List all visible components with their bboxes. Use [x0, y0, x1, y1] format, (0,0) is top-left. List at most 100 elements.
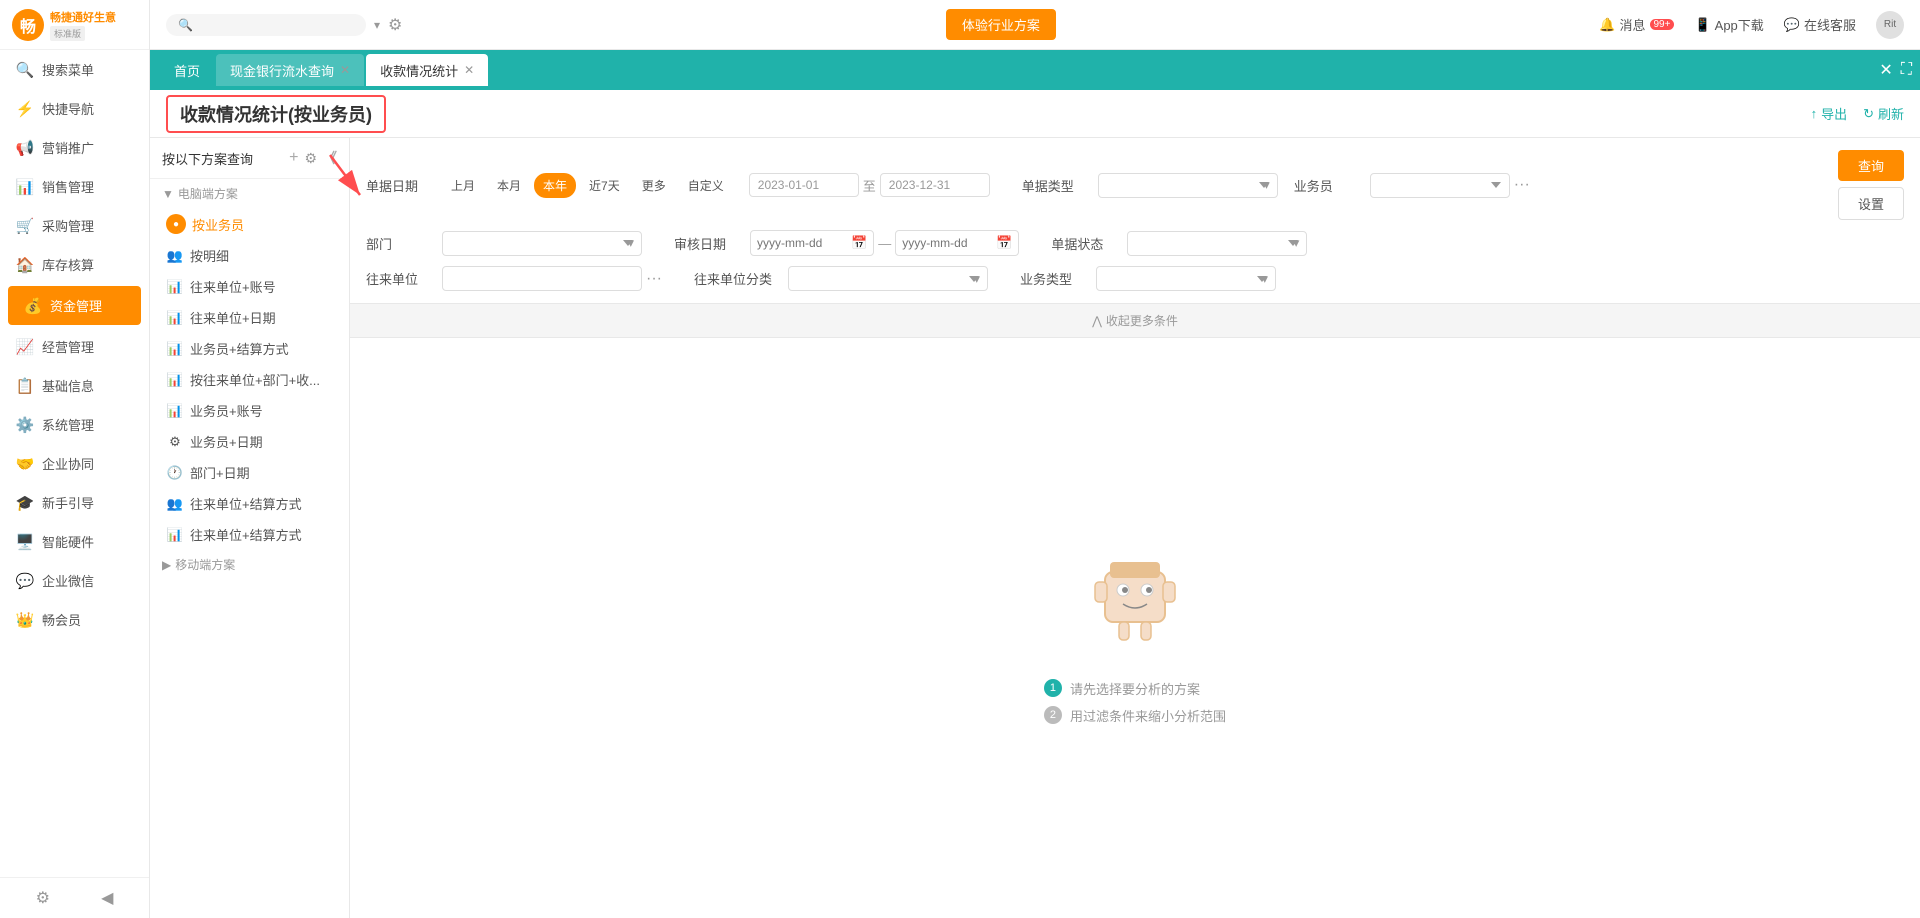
- topbar-chevron-icon[interactable]: ▾: [374, 18, 380, 32]
- topbar-gear-icon[interactable]: ⚙: [388, 15, 402, 35]
- settings-button[interactable]: 设置: [1838, 187, 1904, 220]
- date-sep: 至: [863, 176, 876, 195]
- notification-area[interactable]: 🔔 消息 99+: [1599, 15, 1674, 34]
- tree-item-unit-method1[interactable]: 👥 往来单位+结算方式: [150, 488, 349, 519]
- tab-bank-close[interactable]: ✕: [340, 63, 350, 77]
- collapse-bar[interactable]: ⋀ 收起更多条件: [350, 304, 1920, 338]
- refresh-button[interactable]: ↻ 刷新: [1863, 104, 1904, 123]
- empty-tips: 1 请先选择要分析的方案 2 用过滤条件来缩小分析范围: [1044, 679, 1226, 725]
- tree-item-salesman-method[interactable]: 📊 业务员+结算方式: [150, 333, 349, 364]
- sidebar-item-search[interactable]: 🔍 搜索菜单: [0, 50, 149, 89]
- tree-item-unit-method2[interactable]: 📊 往来单位+结算方式: [150, 519, 349, 550]
- sidebar-item-base[interactable]: 📋 基础信息: [0, 366, 149, 405]
- tabbar: 首页 现金银行流水查询 ✕ 收款情况统计 ✕ ✕ ⛶: [150, 50, 1920, 90]
- window-close-icon[interactable]: ✕: [1879, 60, 1892, 80]
- sidebar-item-sales[interactable]: 📊 销售管理: [0, 167, 149, 206]
- doc-status-label: 单据状态: [1051, 234, 1111, 253]
- sidebar-settings-button[interactable]: ⚙: [36, 888, 50, 908]
- biz-type-select[interactable]: [1096, 266, 1276, 291]
- empty-svg: [1075, 532, 1195, 652]
- page-title-box: 收款情况统计(按业务员): [166, 95, 386, 133]
- tree-item-by-salesman[interactable]: ● 按业务员: [150, 208, 349, 240]
- logo-badge: 标准版: [50, 26, 85, 41]
- biz-type-select-wrap: ▾: [1096, 266, 1276, 291]
- tree-item-unit-date[interactable]: 📊 往来单位+日期: [150, 302, 349, 333]
- doc-type-select[interactable]: [1098, 173, 1278, 198]
- tree-icon-dept-date: 🕐: [166, 464, 184, 482]
- tree-item-unit-account[interactable]: 📊 往来单位+账号: [150, 271, 349, 302]
- date-btn-more[interactable]: 更多: [633, 173, 675, 198]
- search-icon: 🔍: [16, 61, 34, 79]
- sidebar-item-wechat[interactable]: 💬 企业微信: [0, 561, 149, 600]
- date-label: 单据日期: [366, 176, 426, 195]
- sidebar-item-marketing[interactable]: 📢 营销推广: [0, 128, 149, 167]
- app-download-area[interactable]: 📱 App下载: [1694, 15, 1763, 34]
- wechat-icon: 💬: [16, 572, 34, 590]
- calendar-icon-left[interactable]: 📅: [851, 235, 867, 251]
- date-btn-this-year[interactable]: 本年: [534, 173, 576, 198]
- sidebar-item-system[interactable]: ⚙️ 系统管理: [0, 405, 149, 444]
- user-avatar-area[interactable]: Rit: [1876, 11, 1904, 39]
- review-date-from[interactable]: [757, 236, 847, 250]
- tree-item-unit-dept[interactable]: 📊 按往来单位+部门+收...: [150, 364, 349, 395]
- salesman-select[interactable]: [1370, 173, 1510, 198]
- counterpart-label: 往来单位: [366, 269, 426, 288]
- sidebar-item-inventory[interactable]: 🏠 库存核算: [0, 245, 149, 284]
- trial-btn[interactable]: 体验行业方案: [946, 9, 1056, 40]
- counterpart-more-icon[interactable]: ···: [646, 270, 662, 288]
- empty-tip-1: 1 请先选择要分析的方案: [1044, 679, 1226, 698]
- sidebar-nav: 🔍 搜索菜单 ⚡ 快捷导航 📢 营销推广 📊 销售管理 🛒 采购管理 🏠 库存核…: [0, 50, 149, 877]
- date-btn-last-month[interactable]: 上月: [442, 173, 484, 198]
- doc-status-select[interactable]: [1127, 231, 1307, 256]
- salesman-more-icon[interactable]: ···: [1514, 176, 1530, 194]
- tree-item-salesman-account[interactable]: 📊 业务员+账号: [150, 395, 349, 426]
- member-icon: 👑: [16, 611, 34, 629]
- tree-icon-unit-method2: 📊: [166, 526, 184, 544]
- left-panel-actions: + ⚙ 《: [289, 148, 337, 168]
- desktop-section-header[interactable]: ▼ 电脑端方案: [150, 179, 349, 208]
- date-from-input[interactable]: [749, 173, 859, 197]
- sidebar-item-hardware[interactable]: 🖥️ 智能硬件: [0, 522, 149, 561]
- window-expand-icon[interactable]: ⛶: [1901, 61, 1912, 79]
- review-date-to[interactable]: [902, 236, 992, 250]
- filter-actions: 查询 设置: [1838, 150, 1904, 220]
- query-button[interactable]: 查询: [1838, 150, 1904, 181]
- counterpart-category-label: 往来单位分类: [694, 269, 772, 288]
- doc-type-label: 单据类型: [1022, 176, 1082, 195]
- filter-section: 单据日期 上月 本月 本年 近7天 更多 自定义 至 单据类型: [350, 138, 1920, 304]
- sidebar-item-corp[interactable]: 🤝 企业协同: [0, 444, 149, 483]
- dept-select[interactable]: [442, 231, 642, 256]
- sidebar-item-operation[interactable]: 📈 经营管理: [0, 327, 149, 366]
- system-icon: ⚙️: [16, 416, 34, 434]
- tab-receipt-close[interactable]: ✕: [464, 63, 474, 77]
- date-btn-this-month[interactable]: 本月: [488, 173, 530, 198]
- online-service-area[interactable]: 💬 在线客服: [1784, 15, 1856, 34]
- export-button[interactable]: ↑ 导出: [1811, 104, 1848, 123]
- sidebar-item-guide[interactable]: 🎓 新手引导: [0, 483, 149, 522]
- sidebar-collapse-button[interactable]: ◀: [101, 888, 113, 908]
- sidebar-item-quicknav[interactable]: ⚡ 快捷导航: [0, 89, 149, 128]
- tab-bank[interactable]: 现金银行流水查询 ✕: [216, 54, 364, 86]
- notification-icon: 🔔: [1599, 17, 1615, 33]
- date-btn-last7[interactable]: 近7天: [580, 173, 629, 198]
- counterpart-cat-select[interactable]: [788, 266, 988, 291]
- tree-item-dept-date[interactable]: 🕐 部门+日期: [150, 457, 349, 488]
- topbar-search-box[interactable]: 🔍: [166, 14, 366, 36]
- sidebar-item-member[interactable]: 👑 畅会员: [0, 600, 149, 639]
- counterpart-input[interactable]: [442, 266, 642, 291]
- tree-icon-unit-method1: 👥: [166, 495, 184, 513]
- date-btn-custom[interactable]: 自定义: [679, 173, 733, 198]
- tree-icon-salesman-method: 📊: [166, 340, 184, 358]
- tab-home[interactable]: 首页: [158, 50, 216, 90]
- left-panel-add-icon[interactable]: +: [289, 149, 298, 167]
- calendar-icon-right[interactable]: 📅: [996, 235, 1012, 251]
- tree-item-salesman-date[interactable]: ⚙ 业务员+日期: [150, 426, 349, 457]
- left-panel-collapse-icon[interactable]: 《: [323, 148, 337, 168]
- tree-item-by-detail[interactable]: 👥 按明细: [150, 240, 349, 271]
- sidebar-item-purchase[interactable]: 🛒 采购管理: [0, 206, 149, 245]
- tab-receipt[interactable]: 收款情况统计 ✕: [366, 54, 488, 86]
- left-panel-gear-icon[interactable]: ⚙: [304, 150, 317, 167]
- mobile-section-header[interactable]: ▶ 移动端方案: [150, 550, 349, 579]
- sidebar-item-finance[interactable]: 💰 资金管理: [8, 286, 141, 325]
- date-to-input[interactable]: [880, 173, 990, 197]
